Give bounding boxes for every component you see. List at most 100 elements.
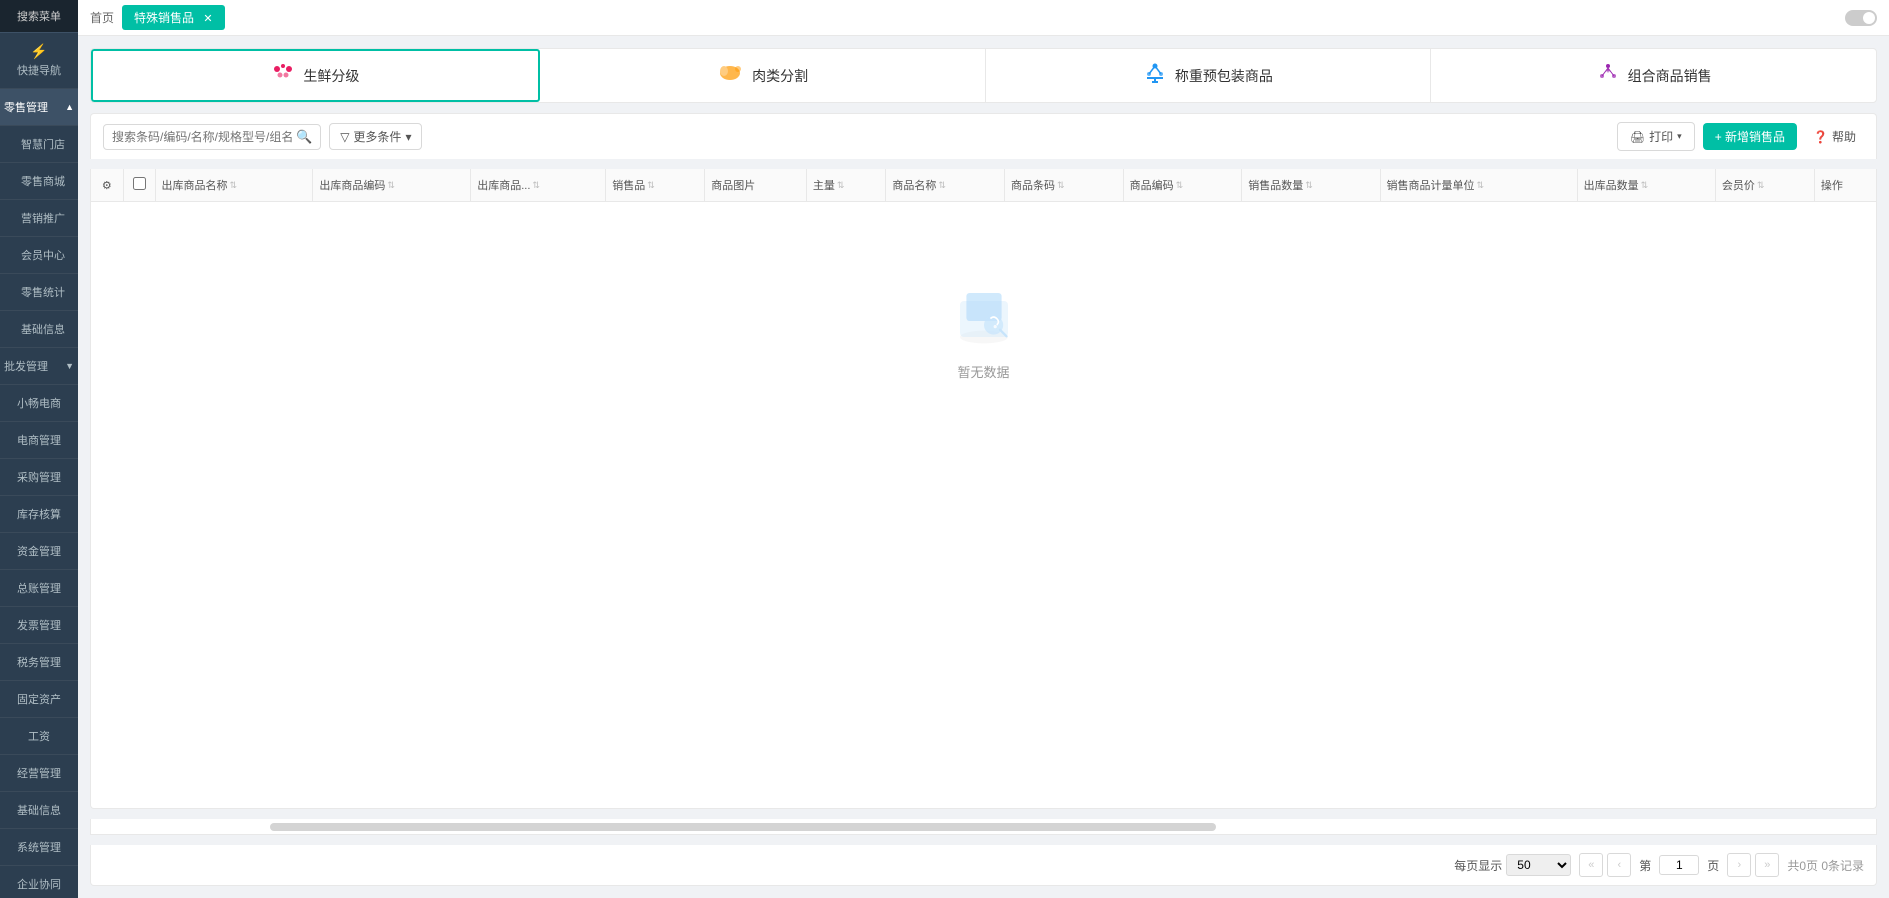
page-size-select[interactable]: 10 20 50 100 [1506,854,1571,876]
category-tabs: 生鲜分级 肉类分割 [90,48,1877,103]
page-size-label: 每页显示 [1454,857,1502,874]
cat-tab-meat-cut[interactable]: 肉类分割 [540,49,986,102]
sidebar-item-label: 零售商城 [21,173,65,189]
col-goods-code[interactable]: 商品编码 ⇅ [1123,169,1242,202]
toggle-button[interactable] [1845,10,1877,26]
help-button[interactable]: ❓ 帮助 [1805,123,1864,150]
sidebar-item-operation-mgmt[interactable]: 经营管理 [0,755,78,792]
close-tab-icon[interactable]: ✕ [203,13,212,25]
sidebar-item-retail-stats[interactable]: 零售统计 [0,274,78,311]
sidebar-item-fixed-assets[interactable]: 固定资产 [0,681,78,718]
sidebar-item-label: 发票管理 [17,617,61,633]
topbar-right [1845,10,1877,26]
total-count: 共0页 0条记录 [1787,857,1864,874]
col-sale-qty-unit[interactable]: 销售商品计量单位 ⇅ [1380,169,1577,202]
sidebar-item-label: 零售统计 [21,284,65,300]
col-goods-image: 商品图片 [705,169,807,202]
next-page-button[interactable]: › [1727,853,1751,877]
sidebar-item-label: 基础信息 [21,321,65,337]
col-sale-qty[interactable]: 销售品数量 ⇅ [1242,169,1380,202]
sidebar-item-retail-mgmt[interactable]: 零售管理 ▲ [0,89,78,126]
sidebar-item-enterprise[interactable]: 企业协同 [0,866,78,898]
sidebar-item-label: 零售管理 [4,99,48,115]
sidebar-item-basic-info2[interactable]: 基础信息 [0,792,78,829]
cat-tab-label: 称重预包装商品 [1175,66,1273,86]
sidebar-item-tax-mgmt[interactable]: 税务管理 [0,644,78,681]
sort-icon: ⇅ [938,180,946,191]
sidebar-item-label: 小畅电商 [17,395,61,411]
page-number-input[interactable] [1659,855,1699,875]
sort-icon: ⇅ [532,180,540,191]
col-out-goods-name[interactable]: 出库商品名称 ⇅ [155,169,313,202]
col-out-goods-code[interactable]: 出库商品编码 ⇅ [313,169,471,202]
sidebar-item-member-center[interactable]: 会员中心 [0,237,78,274]
arrow-icon: ▼ [65,361,74,371]
sidebar-item-purchase-mgmt[interactable]: 采购管理 [0,459,78,496]
select-all-checkbox[interactable] [133,177,146,190]
topbar: 首页 特殊销售品 ✕ [78,0,1889,36]
col-action: 操作 [1814,169,1876,202]
col-sale-goods[interactable]: 销售品 ⇅ [606,169,705,202]
breadcrumb-home[interactable]: 首页 [90,9,114,26]
sort-icon: ⇅ [1305,180,1313,191]
sidebar-item-label: 批发管理 [4,358,48,374]
filter-icon: ▽ [340,130,349,144]
scroll-bar[interactable] [90,819,1877,835]
sort-icon: ⇅ [1057,180,1065,191]
pagination-bar: 每页显示 10 20 50 100 « ‹ 第 页 › » 共0页 0条记 [90,845,1877,886]
sidebar-item-label: 快捷导航 [17,62,61,78]
col-out-qty[interactable]: 出库品数量 ⇅ [1577,169,1715,202]
search-input[interactable] [112,130,292,144]
search-icon: 🔍 [296,129,312,145]
scroll-thumb[interactable] [270,823,1216,831]
sort-icon: ⇅ [387,180,395,191]
sidebar-item-quick-nav[interactable]: ⚡ 快捷导航 [0,33,78,89]
sidebar-item-label: 税务管理 [17,654,61,670]
col-weight[interactable]: 主量 ⇅ [806,169,885,202]
first-page-button[interactable]: « [1579,853,1603,877]
sidebar-item-retail-mall[interactable]: 零售商城 [0,163,78,200]
sidebar-item-label: 采购管理 [17,469,61,485]
sidebar-item-inventory[interactable]: 库存核算 [0,496,78,533]
sidebar-item-wages[interactable]: 工资 [0,718,78,755]
table-container: ⚙ 出库商品名称 ⇅ 出库商品编码 ⇅ [90,169,1877,809]
sidebar-item-capital-mgmt[interactable]: 资金管理 [0,533,78,570]
sort-icon: ⇅ [1757,180,1765,191]
add-product-button[interactable]: + 新增销售品 [1703,123,1797,150]
col-settings[interactable]: ⚙ [91,169,123,202]
page-label-before: 第 [1639,857,1651,874]
sidebar-item-basic-info[interactable]: 基础信息 [0,311,78,348]
sidebar-item-label: 经营管理 [17,765,61,781]
sort-icon: ⇅ [1176,180,1184,191]
print-button[interactable]: 🖨 打印 ▾ [1617,122,1695,151]
sidebar-item-label: 企业协同 [17,876,61,892]
last-page-button[interactable]: » [1755,853,1779,877]
prev-page-button[interactable]: ‹ [1607,853,1631,877]
col-goods-name[interactable]: 商品名称 ⇅ [886,169,1005,202]
cat-tab-weigh-pack[interactable]: 称重预包装商品 [986,49,1432,102]
sidebar-item-smart-store[interactable]: 智慧门店 [0,126,78,163]
page-label-after: 页 [1707,857,1719,874]
active-tab[interactable]: 特殊销售品 ✕ [122,5,225,30]
sidebar-item-label: 会员中心 [21,247,65,263]
col-member-price[interactable]: 会员价 ⇅ [1715,169,1814,202]
sidebar-item-marketing[interactable]: 营销推广 [0,200,78,237]
sidebar-item-system-mgmt[interactable]: 系统管理 [0,829,78,866]
sidebar-item-mini-ecom[interactable]: 小畅电商 [0,385,78,422]
sidebar-search[interactable]: 搜索菜单 [0,0,78,33]
data-table: ⚙ 出库商品名称 ⇅ 出库商品编码 ⇅ [91,169,1876,461]
filter-button[interactable]: ▽ 更多条件 ▾ [329,123,422,150]
col-out-goods-spec[interactable]: 出库商品... ⇅ [471,169,606,202]
cat-tab-fresh-grade[interactable]: 生鲜分级 [91,49,540,102]
sidebar-item-invoice-mgmt[interactable]: 发票管理 [0,607,78,644]
print-icon: 🖨 [1630,130,1645,144]
sidebar-item-wholesale-mgmt[interactable]: 批发管理 ▼ [0,348,78,385]
sidebar-item-label: 总账管理 [17,580,61,596]
sidebar-item-ecom-mgmt[interactable]: 电商管理 [0,422,78,459]
cat-tab-combo[interactable]: 组合商品销售 [1431,49,1876,102]
col-goods-barcode[interactable]: 商品条码 ⇅ [1004,169,1123,202]
sidebar-item-general-ledger[interactable]: 总账管理 [0,570,78,607]
search-box: 🔍 [103,124,321,150]
cat-tab-label: 组合商品销售 [1628,66,1712,86]
col-checkbox[interactable] [123,169,155,202]
